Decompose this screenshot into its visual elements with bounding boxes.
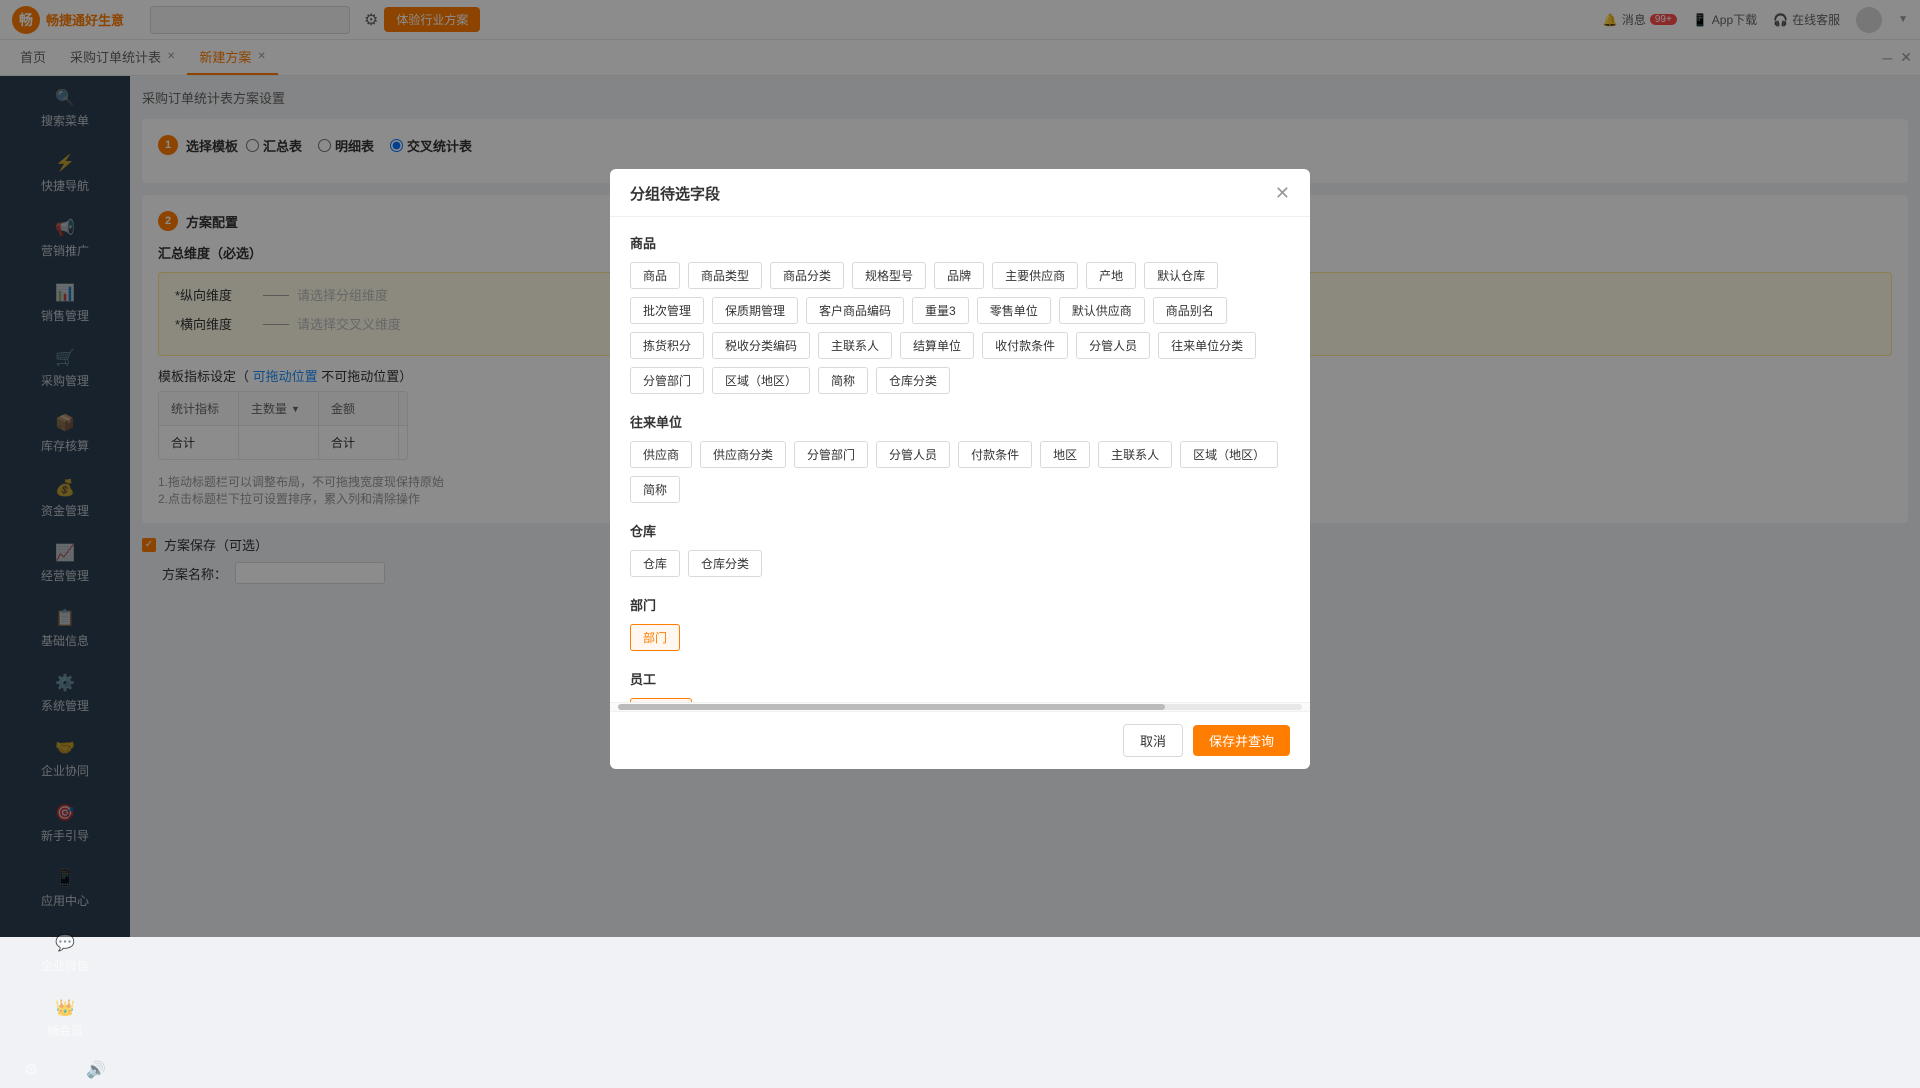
tag-weight3[interactable]: 重量3	[912, 297, 969, 324]
tag-shelf-life-mgmt[interactable]: 保质期管理	[712, 297, 798, 324]
sidebar-settings-icon[interactable]: ⚙	[24, 1060, 38, 1080]
tag-product-type[interactable]: 商品类型	[688, 262, 762, 289]
section-employee-title: 员工	[630, 669, 1290, 688]
tag-default-warehouse[interactable]: 默认仓库	[1144, 262, 1218, 289]
section-product-tags: 商品 商品类型 商品分类 规格型号 品牌 主要供应商 产地 默认仓库 批次管理 …	[630, 262, 1290, 394]
section-partner: 往来单位 供应商 供应商分类 分管部门 分管人员 付款条件 地区 主联系人 区域…	[630, 412, 1290, 503]
tag-partner-person[interactable]: 分管人员	[876, 441, 950, 468]
dialog-body: 商品 商品 商品类型 商品分类 规格型号 品牌 主要供应商 产地 默认仓库 批次…	[610, 217, 1310, 702]
vip-icon: 👑	[55, 998, 75, 1018]
sidebar-item-wxwork-label: 企业微信	[41, 957, 89, 974]
section-partner-title: 往来单位	[630, 412, 1290, 431]
dialog: 分组待选字段 ✕ 商品 商品 商品类型 商品分类 规格型号 品牌 主要供应商 产…	[610, 169, 1310, 769]
tag-batch-mgmt[interactable]: 批次管理	[630, 297, 704, 324]
section-warehouse-tags: 仓库 仓库分类	[630, 550, 1290, 577]
tag-tax-code[interactable]: 税收分类编码	[712, 332, 810, 359]
tag-supplier[interactable]: 供应商	[630, 441, 692, 468]
scrollbar-thumb[interactable]	[618, 704, 1165, 710]
tag-origin[interactable]: 产地	[1086, 262, 1136, 289]
sidebar-item-vip[interactable]: 👑 畅会员	[0, 986, 130, 1051]
section-warehouse-title: 仓库	[630, 521, 1290, 540]
scrollbar-track	[618, 704, 1302, 710]
tag-product-category[interactable]: 商品分类	[770, 262, 844, 289]
tag-pick-points[interactable]: 拣货积分	[630, 332, 704, 359]
tag-dept-in-charge[interactable]: 分管部门	[630, 367, 704, 394]
tag-warehouse[interactable]: 仓库	[630, 550, 680, 577]
dialog-header: 分组待选字段 ✕	[610, 169, 1310, 217]
tag-product[interactable]: 商品	[630, 262, 680, 289]
tag-default-supplier[interactable]: 默认供应商	[1059, 297, 1145, 324]
tag-retail-unit[interactable]: 零售单位	[977, 297, 1051, 324]
section-warehouse: 仓库 仓库 仓库分类	[630, 521, 1290, 577]
tag-partner-category[interactable]: 往来单位分类	[1158, 332, 1256, 359]
tag-product-alias[interactable]: 商品别名	[1153, 297, 1227, 324]
tag-partner-region[interactable]: 区域（地区）	[1180, 441, 1278, 468]
tag-main-supplier[interactable]: 主要供应商	[992, 262, 1078, 289]
tag-area[interactable]: 地区	[1040, 441, 1090, 468]
dialog-overlay: 分组待选字段 ✕ 商品 商品 商品类型 商品分类 规格型号 品牌 主要供应商 产…	[0, 0, 1920, 937]
tag-supervisor[interactable]: 分管人员	[1076, 332, 1150, 359]
tag-settlement-unit[interactable]: 结算单位	[900, 332, 974, 359]
tag-partner-dept[interactable]: 分管部门	[794, 441, 868, 468]
tag-supplier-category[interactable]: 供应商分类	[700, 441, 786, 468]
tag-payment-terms[interactable]: 收付款条件	[982, 332, 1068, 359]
tag-pay-terms[interactable]: 付款条件	[958, 441, 1032, 468]
tag-short-name[interactable]: 简称	[818, 367, 868, 394]
section-product-title: 商品	[630, 233, 1290, 252]
section-employee: 员工 业务员	[630, 669, 1290, 702]
dialog-horizontal-scrollbar[interactable]	[610, 702, 1310, 711]
cancel-button[interactable]: 取消	[1123, 724, 1183, 757]
tag-region[interactable]: 区域（地区）	[712, 367, 810, 394]
section-dept: 部门 部门	[630, 595, 1290, 651]
tag-spec-model[interactable]: 规格型号	[852, 262, 926, 289]
tag-customer-code[interactable]: 客户商品编码	[806, 297, 904, 324]
tag-partner-shortname[interactable]: 简称	[630, 476, 680, 503]
section-dept-tags: 部门	[630, 624, 1290, 651]
tag-main-contact[interactable]: 主联系人	[818, 332, 892, 359]
tag-brand[interactable]: 品牌	[934, 262, 984, 289]
tag-dept[interactable]: 部门	[630, 624, 680, 651]
tag-warehouse-cat[interactable]: 仓库分类	[688, 550, 762, 577]
tag-partner-contact[interactable]: 主联系人	[1098, 441, 1172, 468]
section-product: 商品 商品 商品类型 商品分类 规格型号 品牌 主要供应商 产地 默认仓库 批次…	[630, 233, 1290, 394]
section-dept-title: 部门	[630, 595, 1290, 614]
dialog-footer: 取消 保存并查询	[610, 711, 1310, 769]
sidebar-volume-icon[interactable]: 🔊	[86, 1060, 106, 1080]
dialog-title: 分组待选字段	[630, 183, 720, 204]
tag-warehouse-category[interactable]: 仓库分类	[876, 367, 950, 394]
sidebar-item-vip-label: 畅会员	[47, 1022, 83, 1039]
section-partner-tags: 供应商 供应商分类 分管部门 分管人员 付款条件 地区 主联系人 区域（地区） …	[630, 441, 1290, 503]
dialog-close-icon[interactable]: ✕	[1275, 184, 1290, 202]
confirm-button[interactable]: 保存并查询	[1193, 725, 1290, 756]
